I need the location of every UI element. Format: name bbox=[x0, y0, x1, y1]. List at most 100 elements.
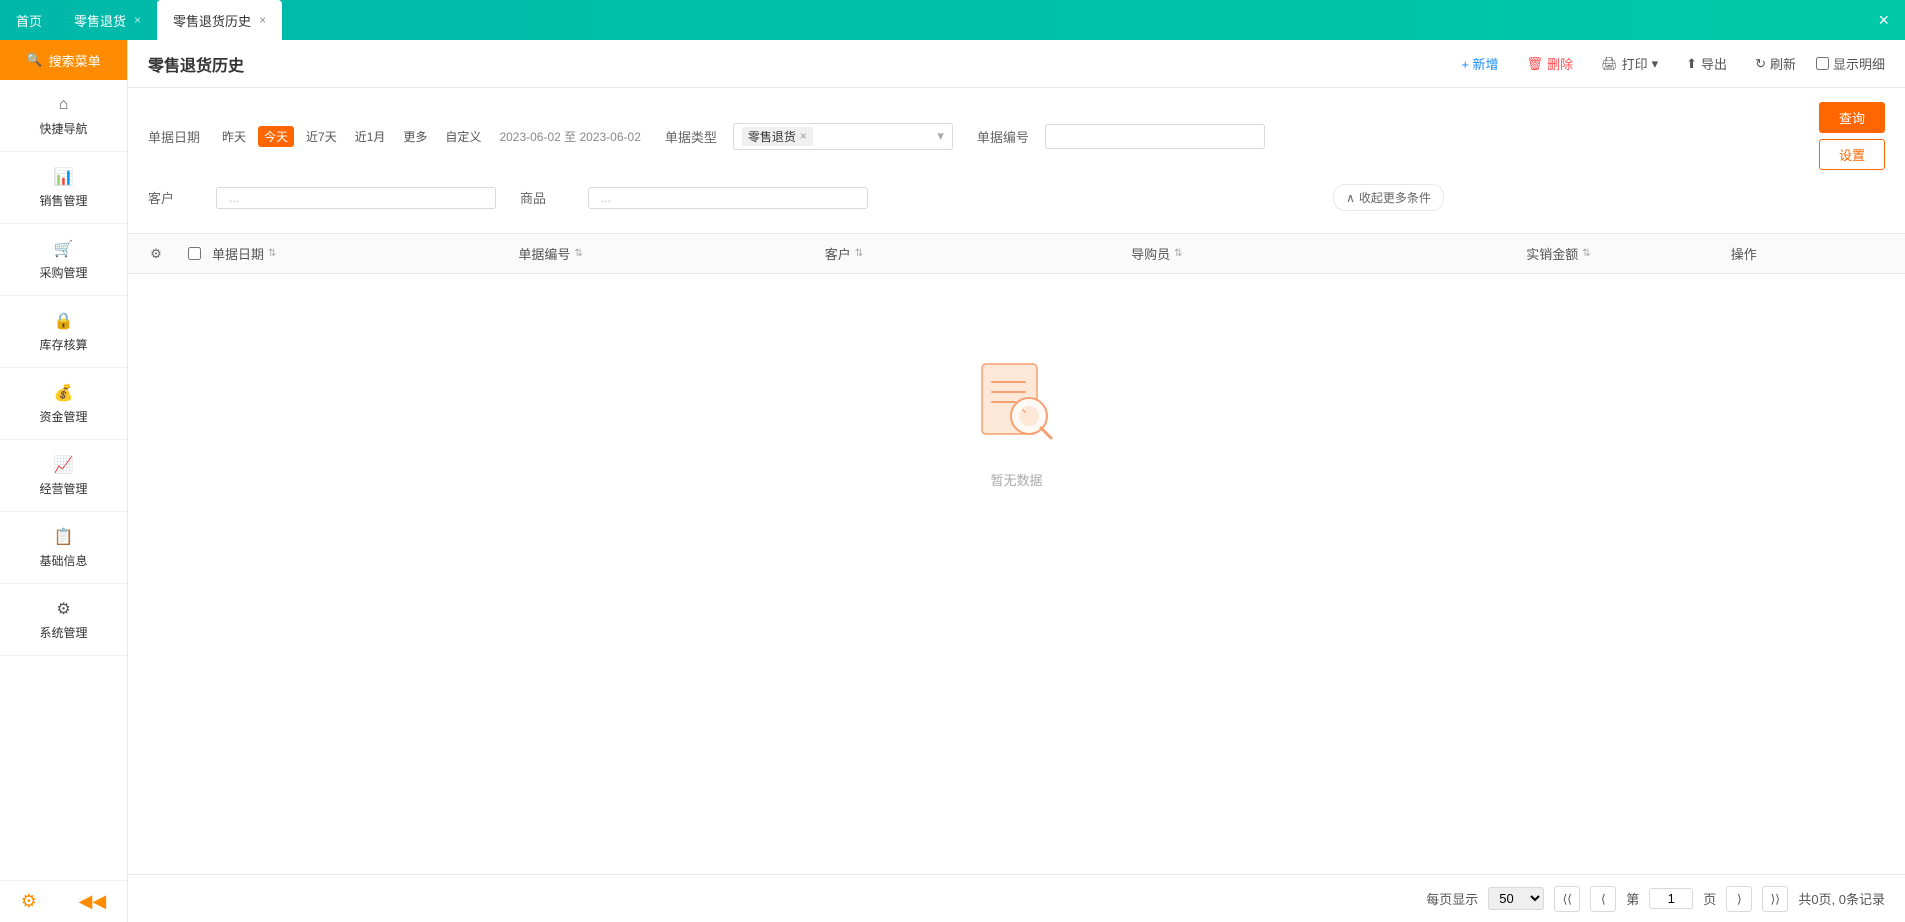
basic-info-icon: 📋 bbox=[53, 526, 75, 548]
empty-text: 暂无数据 bbox=[990, 470, 1042, 489]
audio-bottom-icon[interactable]: ◀◀ bbox=[79, 891, 107, 912]
customer-filter: 客户 ... bbox=[148, 187, 496, 209]
table-header: ⚙ 单据日期 ⇅ 单据编号 ⇅ 客户 ⇅ 导购员 bbox=[128, 234, 1905, 274]
sidebar: 🔍 搜索菜单 ⌂ 快捷导航 📊 销售管理 🛒 采购管理 🔒 库存核算 💰 资金管… bbox=[0, 40, 128, 922]
tab-retail-return-history[interactable]: 零售退货历史 × bbox=[157, 0, 282, 40]
date-buttons: 昨天 今天 近7天 近1月 更多 自定义 bbox=[216, 126, 487, 147]
th-date[interactable]: 单据日期 ⇅ bbox=[212, 244, 518, 263]
voucher-type-filter: 单据类型 零售退货 × ▾ bbox=[665, 123, 953, 150]
th-customer[interactable]: 客户 ⇅ bbox=[825, 244, 1131, 263]
sidebar-item-finance[interactable]: 💰 资金管理 bbox=[0, 368, 127, 440]
date-btn-yesterday[interactable]: 昨天 bbox=[216, 126, 252, 147]
th-settings[interactable]: ⚙ bbox=[136, 246, 176, 262]
date-btn-today[interactable]: 今天 bbox=[258, 126, 294, 147]
last-page-btn[interactable]: ⟩⟩ bbox=[1762, 886, 1788, 912]
next-page-btn[interactable]: ⟩ bbox=[1726, 886, 1752, 912]
page-title: 零售退货历史 bbox=[148, 52, 244, 76]
per-page-label: 每页显示 bbox=[1426, 889, 1478, 908]
sort-guide-icon: ⇅ bbox=[1174, 248, 1182, 259]
content-area: 零售退货历史 + 新增 🗑 删除 🖨 打印 ▾ ⬆ 导出 ↻ bbox=[128, 40, 1905, 922]
settings-button[interactable]: 设置 bbox=[1819, 139, 1885, 170]
new-button[interactable]: + 新增 bbox=[1453, 50, 1506, 77]
th-amount[interactable]: 实销金额 ⇅ bbox=[1437, 244, 1590, 263]
th-op: 操作 bbox=[1591, 244, 1897, 263]
collapse-button[interactable]: ∧ 收起更多条件 bbox=[1333, 184, 1444, 211]
filter-row-1: 单据日期 昨天 今天 近7天 近1月 更多 自定义 2023-06-02 至 2… bbox=[148, 102, 1885, 170]
show-detail-checkbox[interactable]: 显示明细 bbox=[1816, 54, 1885, 73]
select-all-checkbox[interactable] bbox=[188, 247, 201, 260]
date-btn-1month[interactable]: 近1月 bbox=[349, 126, 392, 147]
first-page-btn[interactable]: ⟨⟨ bbox=[1554, 886, 1580, 912]
voucher-type-select[interactable]: 零售退货 × ▾ bbox=[733, 123, 953, 150]
sidebar-bottom: ⚙ ◀◀ bbox=[0, 880, 127, 922]
goods-filter: 商品 ... bbox=[520, 187, 868, 209]
refresh-button[interactable]: ↻ 刷新 bbox=[1747, 50, 1804, 77]
filter-area: 单据日期 昨天 今天 近7天 近1月 更多 自定义 2023-06-02 至 2… bbox=[128, 88, 1905, 234]
page-unit: 页 bbox=[1703, 889, 1716, 908]
th-checkbox[interactable] bbox=[176, 247, 212, 260]
query-buttons: 查询 设置 bbox=[1819, 102, 1885, 170]
goods-select[interactable]: ... bbox=[588, 187, 868, 209]
operations-icon: 📈 bbox=[53, 454, 75, 476]
date-filter: 单据日期 昨天 今天 近7天 近1月 更多 自定义 2023-06-02 至 2… bbox=[148, 126, 641, 147]
empty-illustration bbox=[967, 354, 1067, 454]
sidebar-item-system[interactable]: ⚙ 系统管理 bbox=[0, 584, 127, 656]
export-icon: ⬆ bbox=[1686, 56, 1697, 72]
page-input[interactable] bbox=[1649, 888, 1693, 909]
pagination: 每页显示 50 10 20 100 ⟨⟨ ⟨ 第 页 ⟩ ⟩⟩ 共0页, 0条记… bbox=[128, 874, 1905, 922]
print-dropdown-icon: ▾ bbox=[1652, 56, 1659, 72]
date-btn-7days[interactable]: 近7天 bbox=[300, 126, 343, 147]
prev-page-btn[interactable]: ⟨ bbox=[1590, 886, 1616, 912]
sidebar-item-basic-info[interactable]: 📋 基础信息 bbox=[0, 512, 127, 584]
voucher-type-dropdown-icon: ▾ bbox=[937, 128, 944, 144]
customer-select[interactable]: ... bbox=[216, 187, 496, 209]
sidebar-item-inventory[interactable]: 🔒 库存核算 bbox=[0, 296, 127, 368]
settings-bottom-icon[interactable]: ⚙ bbox=[21, 891, 37, 912]
sidebar-item-quick-nav[interactable]: ⌂ 快捷导航 bbox=[0, 80, 127, 152]
tab-retail-return[interactable]: 零售退货 × bbox=[58, 0, 157, 40]
date-range-display: 2023-06-02 至 2023-06-02 bbox=[499, 128, 640, 145]
sales-icon: 📊 bbox=[53, 166, 75, 188]
delete-button[interactable]: 🗑 删除 bbox=[1519, 50, 1582, 77]
export-button[interactable]: ⬆ 导出 bbox=[1678, 50, 1735, 77]
empty-state: 暂无数据 bbox=[128, 274, 1905, 569]
sidebar-item-sales-mgmt[interactable]: 📊 销售管理 bbox=[0, 152, 127, 224]
sort-customer-icon: ⇅ bbox=[855, 248, 863, 259]
sort-amount-icon: ⇅ bbox=[1582, 248, 1590, 259]
refresh-icon: ↻ bbox=[1755, 56, 1766, 72]
query-button[interactable]: 查询 bbox=[1819, 102, 1885, 133]
system-icon: ⚙ bbox=[53, 598, 75, 620]
window-close-button[interactable]: × bbox=[1878, 10, 1889, 31]
per-page-select[interactable]: 50 10 20 100 bbox=[1488, 887, 1544, 910]
date-btn-custom[interactable]: 自定义 bbox=[439, 126, 487, 147]
table-area: ⚙ 单据日期 ⇅ 单据编号 ⇅ 客户 ⇅ 导购员 bbox=[128, 234, 1905, 874]
collapse-container: ∧ 收起更多条件 bbox=[892, 180, 1885, 215]
page-header: 零售退货历史 + 新增 🗑 删除 🖨 打印 ▾ ⬆ 导出 ↻ bbox=[128, 40, 1905, 88]
tab-retail-return-close[interactable]: × bbox=[134, 13, 141, 27]
voucher-no-input[interactable] bbox=[1045, 124, 1265, 149]
show-detail-input[interactable] bbox=[1816, 57, 1829, 70]
home-icon: ⌂ bbox=[53, 94, 75, 116]
print-button[interactable]: 🖨 打印 ▾ bbox=[1593, 50, 1666, 77]
header-actions: + 新增 🗑 删除 🖨 打印 ▾ ⬆ 导出 ↻ 刷新 bbox=[1453, 50, 1885, 77]
main-layout: 🔍 搜索菜单 ⌂ 快捷导航 📊 销售管理 🛒 采购管理 🔒 库存核算 💰 资金管… bbox=[0, 40, 1905, 922]
sort-date-icon: ⇅ bbox=[268, 248, 276, 259]
date-btn-more[interactable]: 更多 bbox=[397, 126, 433, 147]
th-no[interactable]: 单据编号 ⇅ bbox=[518, 244, 824, 263]
customer-placeholder: ... bbox=[229, 191, 239, 205]
page-label: 第 bbox=[1626, 889, 1639, 908]
purchase-icon: 🛒 bbox=[53, 238, 75, 260]
tab-home[interactable]: 首页 bbox=[0, 0, 58, 40]
voucher-type-tag: 零售退货 × bbox=[742, 127, 813, 146]
sidebar-item-operations[interactable]: 📈 经营管理 bbox=[0, 440, 127, 512]
search-icon: 🔍 bbox=[26, 52, 42, 68]
sidebar-item-purchase-mgmt[interactable]: 🛒 采购管理 bbox=[0, 224, 127, 296]
sidebar-search[interactable]: 🔍 搜索菜单 bbox=[0, 40, 127, 80]
voucher-type-remove[interactable]: × bbox=[800, 129, 807, 143]
print-icon: 🖨 bbox=[1601, 56, 1618, 72]
settings-col-icon: ⚙ bbox=[150, 246, 162, 262]
sort-no-icon: ⇅ bbox=[574, 248, 582, 259]
tab-retail-return-history-close[interactable]: × bbox=[259, 13, 266, 27]
goods-placeholder: ... bbox=[601, 191, 611, 205]
th-guide[interactable]: 导购员 ⇅ bbox=[1131, 244, 1437, 263]
